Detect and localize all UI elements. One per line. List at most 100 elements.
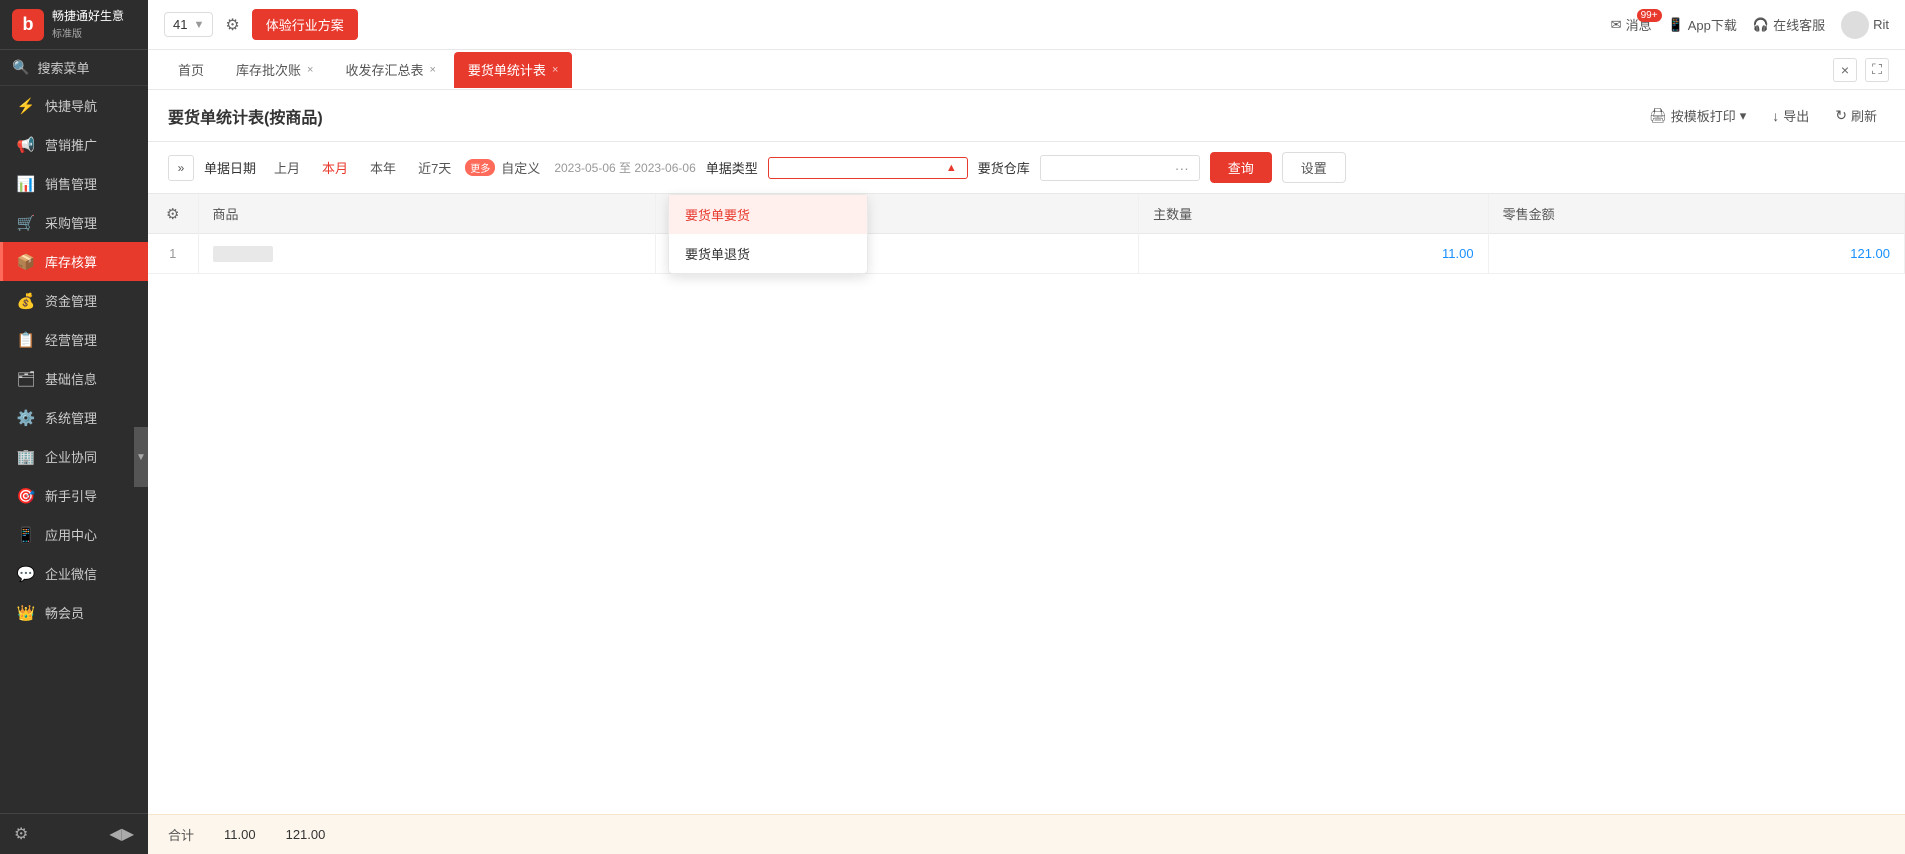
sidebar-item-label: 营销推广	[45, 135, 97, 154]
shortcut-last-7[interactable]: 近7天	[410, 156, 459, 179]
settings-button[interactable]: 设置	[1282, 152, 1346, 183]
tab-order-stats[interactable]: 要货单统计表 ×	[454, 52, 572, 88]
sidebar-item-system[interactable]: ⚙️ 系统管理	[0, 398, 148, 437]
sidebar-item-finance[interactable]: 💰 资金管理	[0, 281, 148, 320]
sidebar-item-app-center[interactable]: 📱 应用中心	[0, 515, 148, 554]
tab-recv-summary-label: 收发存汇总表	[345, 60, 423, 79]
summary-total: 合计	[168, 825, 194, 844]
row-index: 1	[148, 234, 198, 274]
custom-date-btn[interactable]: 自定义	[501, 158, 540, 177]
tab-recv-summary[interactable]: 收发存汇总表 ×	[331, 52, 449, 88]
page-title: 要货单统计表(按商品)	[168, 104, 323, 140]
print-btn[interactable]: 🖨 按模板打印 ▾	[1641, 102, 1754, 129]
sidebar-item-label: 应用中心	[45, 525, 97, 544]
data-table: ⚙ 商品 主计量单位 主数量 零售金额 1	[148, 194, 1905, 274]
summary-amount-value: 121.00	[286, 827, 326, 842]
sidebar-item-enterprise[interactable]: 🏢 企业协同	[0, 437, 148, 476]
export-btn[interactable]: ↓ 导出	[1764, 102, 1817, 129]
sidebar-item-member[interactable]: 👑 畅会员	[0, 593, 148, 632]
message-btn[interactable]: ✉ 消息 99+	[1611, 15, 1652, 34]
tab-batch-account-label: 库存批次账	[236, 60, 301, 79]
sidebar-item-guide[interactable]: 🎯 新手引导	[0, 476, 148, 515]
product-cell	[213, 246, 641, 262]
dropdown-item-order-goods[interactable]: 要货单要货	[669, 195, 867, 234]
topbar: 41 ▼ ⚙ 体验行业方案 ✉ 消息 99+ 📱 App下载 🎧 在线客服 R	[148, 0, 1905, 50]
sidebar-item-purchase[interactable]: 🛒 采购管理	[0, 203, 148, 242]
online-service-label: 在线客服	[1773, 15, 1825, 34]
type-select[interactable]: ▲	[768, 157, 968, 179]
sidebar-item-label: 快捷导航	[45, 96, 97, 115]
sales-icon: 📊	[15, 175, 37, 193]
system-icon: ⚙️	[15, 409, 37, 427]
refresh-btn[interactable]: ↻ 刷新	[1827, 102, 1885, 129]
date-range-display: 2023-05-06 至 2023-06-06	[554, 159, 695, 176]
wx-icon: 💬	[15, 565, 37, 583]
sidebar-item-wx[interactable]: 💬 企业微信	[0, 554, 148, 593]
service-icon: 🎧	[1753, 17, 1769, 33]
shortcut-up-month[interactable]: 上月	[266, 156, 308, 179]
sidebar-item-label: 资金管理	[45, 291, 97, 310]
col-amount-header: 零售金额	[1488, 194, 1904, 234]
quick-nav-icon: ⚡	[15, 97, 37, 115]
sidebar-item-basic[interactable]: 🗂 基础信息	[0, 359, 148, 398]
tab-bar-actions: × ⛶	[1833, 58, 1889, 82]
summary-label: 合计	[168, 825, 194, 844]
filter-expand-btn[interactable]: »	[168, 155, 194, 181]
tab-close-all-btn[interactable]: ×	[1833, 58, 1857, 82]
more-shortcuts-badge[interactable]: 更多	[465, 159, 495, 176]
tab-expand-btn[interactable]: ⛶	[1865, 58, 1889, 82]
warehouse-select[interactable]: ···	[1040, 155, 1200, 181]
expand-icon: »	[178, 161, 185, 175]
query-button[interactable]: 查询	[1210, 152, 1272, 183]
search-icon: 🔍	[12, 59, 29, 76]
page-header-actions: 🖨 按模板打印 ▾ ↓ 导出 ↻ 刷新	[1641, 102, 1885, 141]
tab-bar: 首页 库存批次账 × 收发存汇总表 × 要货单统计表 × × ⛶	[148, 50, 1905, 90]
table-row: 1 块 11.00 121.00	[148, 234, 1905, 274]
tab-batch-account[interactable]: 库存批次账 ×	[222, 52, 327, 88]
user-avatar-area[interactable]: Rit	[1841, 11, 1889, 39]
sidebar-item-marketing[interactable]: 📢 营销推广	[0, 125, 148, 164]
app-download-btn[interactable]: 📱 App下载	[1668, 15, 1737, 34]
trial-button[interactable]: 体验行业方案	[252, 9, 358, 40]
sidebar-item-operation[interactable]: 📋 经营管理	[0, 320, 148, 359]
shortcut-this-year[interactable]: 本年	[362, 156, 404, 179]
tab-recv-summary-close[interactable]: ×	[429, 64, 435, 76]
logo-icon: b	[12, 9, 44, 41]
settings-bottom-icon[interactable]: ⚙	[14, 824, 28, 844]
tab-order-stats-close[interactable]: ×	[552, 64, 558, 76]
warehouse-more-icon[interactable]: ···	[1175, 160, 1189, 176]
sidebar-item-label: 采购管理	[45, 213, 97, 232]
message-badge: 99+	[1637, 9, 1662, 22]
print-icon: 🖨	[1649, 107, 1667, 124]
sidebar-item-inventory[interactable]: 📦 库存核算	[0, 242, 148, 281]
print-label: 按模板打印	[1671, 106, 1736, 125]
sidebar-scroll-down[interactable]: ▼	[134, 427, 148, 487]
message-icon: ✉	[1611, 17, 1622, 33]
dropdown-item-order-return[interactable]: 要货单退货	[669, 234, 867, 273]
inventory-icon: 📦	[15, 253, 37, 271]
search-label: 搜索菜单	[37, 58, 89, 77]
app-download-label: App下载	[1688, 15, 1737, 34]
export-label: 导出	[1783, 106, 1809, 125]
column-settings-icon[interactable]: ⚙	[166, 206, 179, 223]
sidebar-item-label: 系统管理	[45, 408, 97, 427]
search-menu[interactable]: 🔍 搜索菜单	[0, 50, 148, 86]
online-service-btn[interactable]: 🎧 在线客服	[1753, 15, 1825, 34]
sidebar-item-sales[interactable]: 📊 销售管理	[0, 164, 148, 203]
tab-home[interactable]: 首页	[164, 52, 218, 88]
collapse-icon[interactable]: ◀▶	[109, 824, 134, 844]
summary-qty-item: 11.00	[224, 827, 256, 842]
sidebar-bottom: ⚙ ◀▶	[0, 813, 148, 854]
sidebar-item-quick-nav[interactable]: ⚡ 快捷导航	[0, 86, 148, 125]
store-selector[interactable]: 41 ▼	[164, 12, 213, 37]
tab-batch-account-close[interactable]: ×	[307, 64, 313, 76]
tab-order-stats-label: 要货单统计表	[468, 60, 546, 79]
sidebar-item-label: 库存核算	[45, 252, 97, 271]
shortcut-this-month[interactable]: 本月	[314, 156, 356, 179]
col-settings-header[interactable]: ⚙	[148, 194, 198, 234]
topbar-settings-icon[interactable]: ⚙	[225, 15, 239, 35]
date-label: 单据日期	[204, 158, 256, 177]
operation-icon: 📋	[15, 331, 37, 349]
sidebar-nav: ⚡ 快捷导航 📢 营销推广 📊 销售管理 🛒 采购管理 📦 库存核算 💰 资金管…	[0, 86, 148, 813]
store-arrow-icon: ▼	[193, 19, 204, 31]
